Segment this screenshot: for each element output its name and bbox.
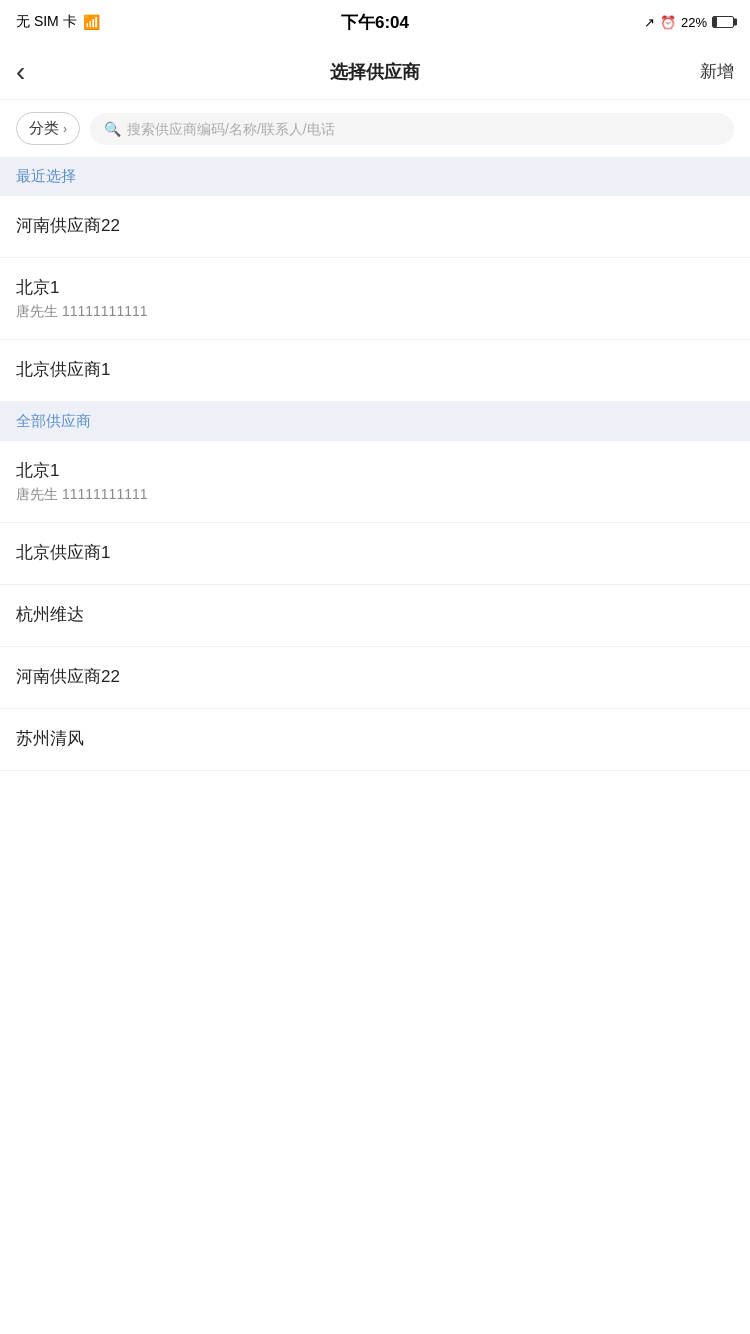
wifi-icon: 📶: [83, 14, 100, 30]
all-section-header: 全部供应商: [0, 402, 750, 441]
item-name: 苏州清风: [16, 727, 734, 750]
item-name: 北京供应商1: [16, 358, 734, 381]
status-bar: 无 SIM 卡 📶 下午6:04 ↗ ⏰ 22%: [0, 0, 750, 44]
battery-percent: 22%: [681, 15, 707, 30]
recent-section-label: 最近选择: [16, 167, 76, 184]
item-name: 北京1: [16, 276, 734, 299]
item-name: 杭州维达: [16, 603, 734, 626]
item-name: 河南供应商22: [16, 214, 734, 237]
page-title: 选择供应商: [330, 60, 420, 84]
item-detail: 唐先生 11111111111: [16, 486, 734, 504]
list-item[interactable]: 北京1 唐先生 11111111111: [0, 258, 750, 340]
list-item[interactable]: 河南供应商22: [0, 196, 750, 258]
item-name: 河南供应商22: [16, 665, 734, 688]
list-item[interactable]: 北京供应商1: [0, 523, 750, 585]
filter-row: 分类 › 🔍: [0, 100, 750, 157]
all-list: 北京1 唐先生 11111111111 北京供应商1 杭州维达河南供应商22 苏州清风: [0, 441, 750, 771]
list-item[interactable]: 杭州维达: [0, 585, 750, 647]
all-section-label: 全部供应商: [16, 412, 91, 429]
category-filter[interactable]: 分类 ›: [16, 112, 80, 145]
nav-bar: ‹ 选择供应商 新增: [0, 44, 750, 100]
search-input[interactable]: [127, 121, 720, 137]
location-icon: ↗: [644, 15, 655, 30]
sim-label: 无 SIM 卡: [16, 13, 77, 31]
list-item[interactable]: 北京1 唐先生 11111111111: [0, 441, 750, 523]
alarm-icon: ⏰: [660, 15, 676, 30]
back-button[interactable]: ‹: [16, 48, 33, 96]
battery-icon: [712, 16, 734, 28]
recent-section-header: 最近选择: [0, 157, 750, 196]
search-box: 🔍: [90, 113, 734, 145]
status-right: ↗ ⏰ 22%: [644, 15, 734, 30]
list-item[interactable]: 苏州清风: [0, 709, 750, 771]
status-left: 无 SIM 卡 📶: [16, 13, 100, 31]
recent-list: 河南供应商22 北京1 唐先生 11111111111 北京供应商1: [0, 196, 750, 402]
category-label: 分类: [29, 119, 59, 138]
item-name: 北京供应商1: [16, 541, 734, 564]
add-button[interactable]: 新增: [700, 60, 734, 83]
item-detail: 唐先生 11111111111: [16, 303, 734, 321]
list-item[interactable]: 河南供应商22: [0, 647, 750, 709]
item-name: 北京1: [16, 459, 734, 482]
chevron-right-icon: ›: [63, 122, 67, 136]
status-time: 下午6:04: [341, 11, 409, 34]
search-icon: 🔍: [104, 121, 121, 137]
list-item[interactable]: 北京供应商1: [0, 340, 750, 402]
